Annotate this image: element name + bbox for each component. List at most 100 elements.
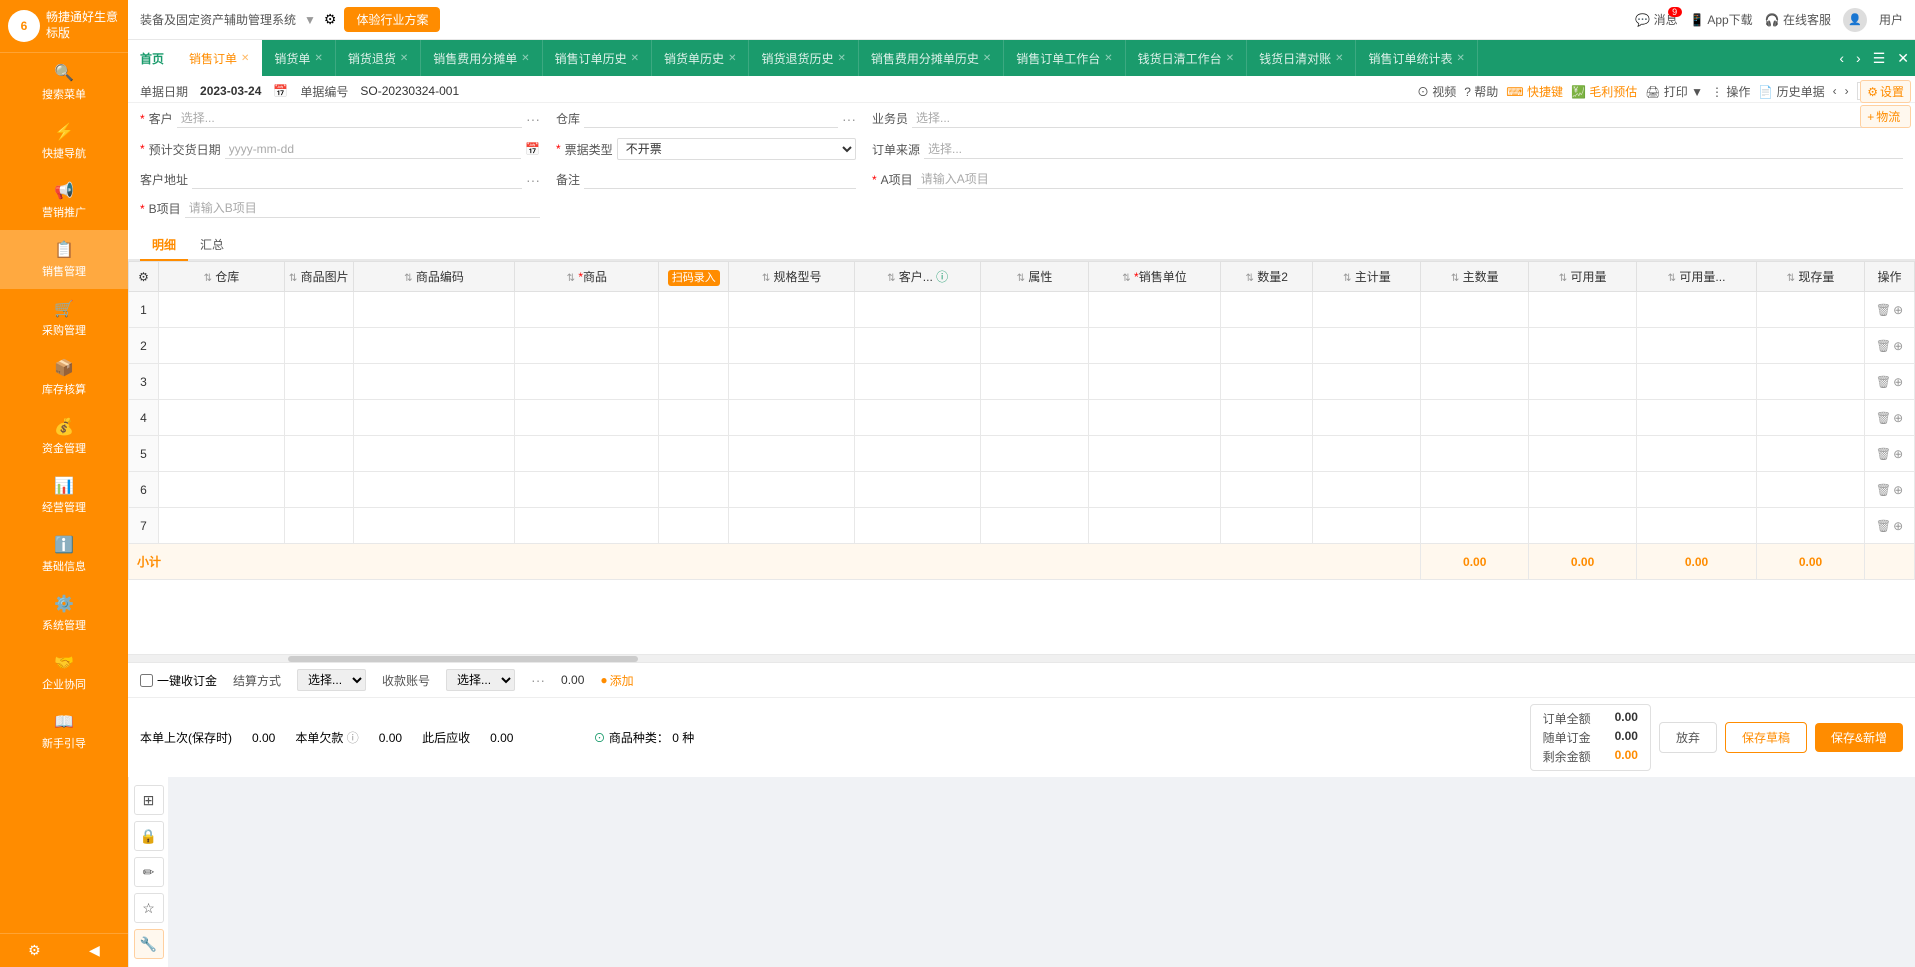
print-btn[interactable]: 🖨 打印 ▼: [1645, 83, 1703, 100]
rfloat-tool-btn[interactable]: 🔧: [134, 929, 164, 959]
sidebar-item-marketing[interactable]: 📢 营销推广: [0, 171, 128, 230]
row-attr-2[interactable]: [981, 328, 1089, 364]
row-cust-code-2[interactable]: [855, 328, 981, 364]
tab-close-return[interactable]: ✕: [400, 53, 408, 64]
row-cust-code-5[interactable]: [855, 436, 981, 472]
row-copy-2[interactable]: ⊕: [1893, 339, 1903, 353]
operations-btn[interactable]: ⋮ 操作: [1711, 83, 1750, 100]
warehouse-sort-icon[interactable]: ⇅: [204, 273, 212, 284]
row-product-5[interactable]: [515, 436, 659, 472]
row-cust-code-3[interactable]: [855, 364, 981, 400]
row-warehouse-7[interactable]: [159, 508, 285, 544]
unit-sort-icon[interactable]: ⇅: [1122, 273, 1130, 284]
tab-close-fee-hist[interactable]: ✕: [983, 53, 991, 64]
row-cust-code-7[interactable]: [855, 508, 981, 544]
app-download[interactable]: 📱 App下载: [1690, 11, 1753, 28]
row-warehouse-2[interactable]: [159, 328, 285, 364]
row-spec-6[interactable]: [729, 472, 855, 508]
horizontal-scrollbar[interactable]: [128, 654, 1915, 662]
row-qty2-6[interactable]: [1221, 472, 1313, 508]
product-sort-icon[interactable]: ⇅: [567, 273, 575, 284]
row-code-2[interactable]: [353, 328, 515, 364]
order-source-input[interactable]: [924, 140, 1903, 159]
row-qty2-3[interactable]: [1221, 364, 1313, 400]
discard-button[interactable]: 放弃: [1659, 722, 1717, 753]
row-delete-4[interactable]: 🗑: [1876, 411, 1891, 425]
tab-goods-history[interactable]: 销货单历史 ✕: [652, 40, 749, 76]
help-btn[interactable]: ? 帮助: [1464, 83, 1498, 100]
quick-confirm-checkbox[interactable]: 一键收订金: [140, 672, 217, 689]
message-badge[interactable]: 💬 9 消息: [1635, 11, 1677, 28]
system-dropdown-icon[interactable]: ▼: [304, 13, 316, 27]
tab-close-all-icon[interactable]: ✕: [1891, 50, 1915, 67]
tab-close-stats[interactable]: ✕: [1457, 53, 1465, 64]
save-draft-button[interactable]: 保存草稿: [1725, 722, 1807, 753]
row-delete-6[interactable]: 🗑: [1876, 483, 1891, 497]
logistics-quick-btn[interactable]: + 物流: [1860, 105, 1911, 128]
row-attr-5[interactable]: [981, 436, 1089, 472]
product-count-icon[interactable]: ⊙: [593, 731, 605, 745]
solution-button[interactable]: 体验行业方案: [344, 7, 440, 32]
row-cust-code-6[interactable]: [855, 472, 981, 508]
delivery-date-input[interactable]: [225, 140, 521, 159]
main-qty-sort-icon[interactable]: ⇅: [1451, 273, 1459, 284]
tab-close-goods-hist[interactable]: ✕: [728, 53, 736, 64]
top-settings-icon[interactable]: ⚙: [324, 11, 337, 28]
row-unit-6[interactable]: [1088, 472, 1220, 508]
row-spec-7[interactable]: [729, 508, 855, 544]
row-main-qty-4[interactable]: [1421, 400, 1529, 436]
tab-close-sales-goods[interactable]: ✕: [314, 53, 322, 64]
tab-sales-goods[interactable]: 销货单 ✕: [262, 40, 335, 76]
sidebar-collapse-btn[interactable]: ◀: [89, 942, 100, 959]
quick-confirm-check-input[interactable]: [140, 674, 153, 687]
row-attr-1[interactable]: [981, 292, 1089, 328]
tab-close-daily-rec[interactable]: ✕: [1335, 53, 1343, 64]
payment-amount[interactable]: 0.00: [561, 673, 584, 687]
sidebar-item-quick[interactable]: ⚡ 快捷导航: [0, 112, 128, 171]
row-delete-2[interactable]: 🗑: [1876, 339, 1891, 353]
addr-dots-btn[interactable]: ···: [526, 172, 540, 188]
row-copy-3[interactable]: ⊕: [1893, 375, 1903, 389]
col-settings-header[interactable]: ⚙: [129, 262, 159, 292]
row-main-qty-3[interactable]: [1421, 364, 1529, 400]
row-qty2-7[interactable]: [1221, 508, 1313, 544]
settings-quick-btn[interactable]: ⚙ 设置: [1860, 80, 1911, 103]
sidebar-item-inventory[interactable]: 📦 库存核算: [0, 348, 128, 407]
view-btn[interactable]: ⊙ 视频: [1417, 83, 1456, 100]
row-copy-4[interactable]: ⊕: [1893, 411, 1903, 425]
row-unit-5[interactable]: [1088, 436, 1220, 472]
tab-summary[interactable]: 汇总: [188, 230, 236, 261]
row-product-1[interactable]: [515, 292, 659, 328]
row-main-qty-7[interactable]: [1421, 508, 1529, 544]
history-btn[interactable]: 📄 历史单据: [1758, 83, 1824, 100]
row-copy-5[interactable]: ⊕: [1893, 447, 1903, 461]
calendar-icon[interactable]: 📅: [273, 84, 288, 98]
row-cust-code-1[interactable]: [855, 292, 981, 328]
sidebar-item-search[interactable]: 🔍 搜索菜单: [0, 53, 128, 112]
shortcuts-btn[interactable]: ⌨ 快捷键: [1506, 83, 1563, 100]
row-spec-3[interactable]: [729, 364, 855, 400]
qty2-sort-icon[interactable]: ⇅: [1246, 273, 1254, 284]
row-unit-1[interactable]: [1088, 292, 1220, 328]
row-code-4[interactable]: [353, 400, 515, 436]
tab-return[interactable]: 销货退货 ✕: [336, 40, 421, 76]
row-unit-7[interactable]: [1088, 508, 1220, 544]
sidebar-settings-btn[interactable]: ⚙: [28, 942, 41, 959]
tab-close-order-desk[interactable]: ✕: [1104, 53, 1112, 64]
scan-btn-header[interactable]: 扫码录入: [668, 270, 720, 286]
tab-home[interactable]: 首页: [128, 40, 177, 76]
attr-sort-icon[interactable]: ⇅: [1017, 273, 1025, 284]
tab-fee-history[interactable]: 销售费用分摊单历史 ✕: [859, 40, 1004, 76]
add-payment-btn[interactable]: ● 添加: [600, 672, 633, 689]
scrollbar-thumb[interactable]: [288, 656, 638, 662]
row-qty2-1[interactable]: [1221, 292, 1313, 328]
account-select[interactable]: 选择...: [446, 669, 515, 691]
sidebar-item-system[interactable]: ⚙️ 系统管理: [0, 584, 128, 643]
avail-sort-icon[interactable]: ⇅: [1559, 273, 1567, 284]
sidebar-item-enterprise[interactable]: 🤝 企业协同: [0, 643, 128, 702]
salesperson-input[interactable]: [912, 109, 1885, 128]
tab-order-history[interactable]: 销售订单历史 ✕: [543, 40, 652, 76]
row-warehouse-4[interactable]: [159, 400, 285, 436]
row-main-qty-1[interactable]: [1421, 292, 1529, 328]
row-warehouse-5[interactable]: [159, 436, 285, 472]
